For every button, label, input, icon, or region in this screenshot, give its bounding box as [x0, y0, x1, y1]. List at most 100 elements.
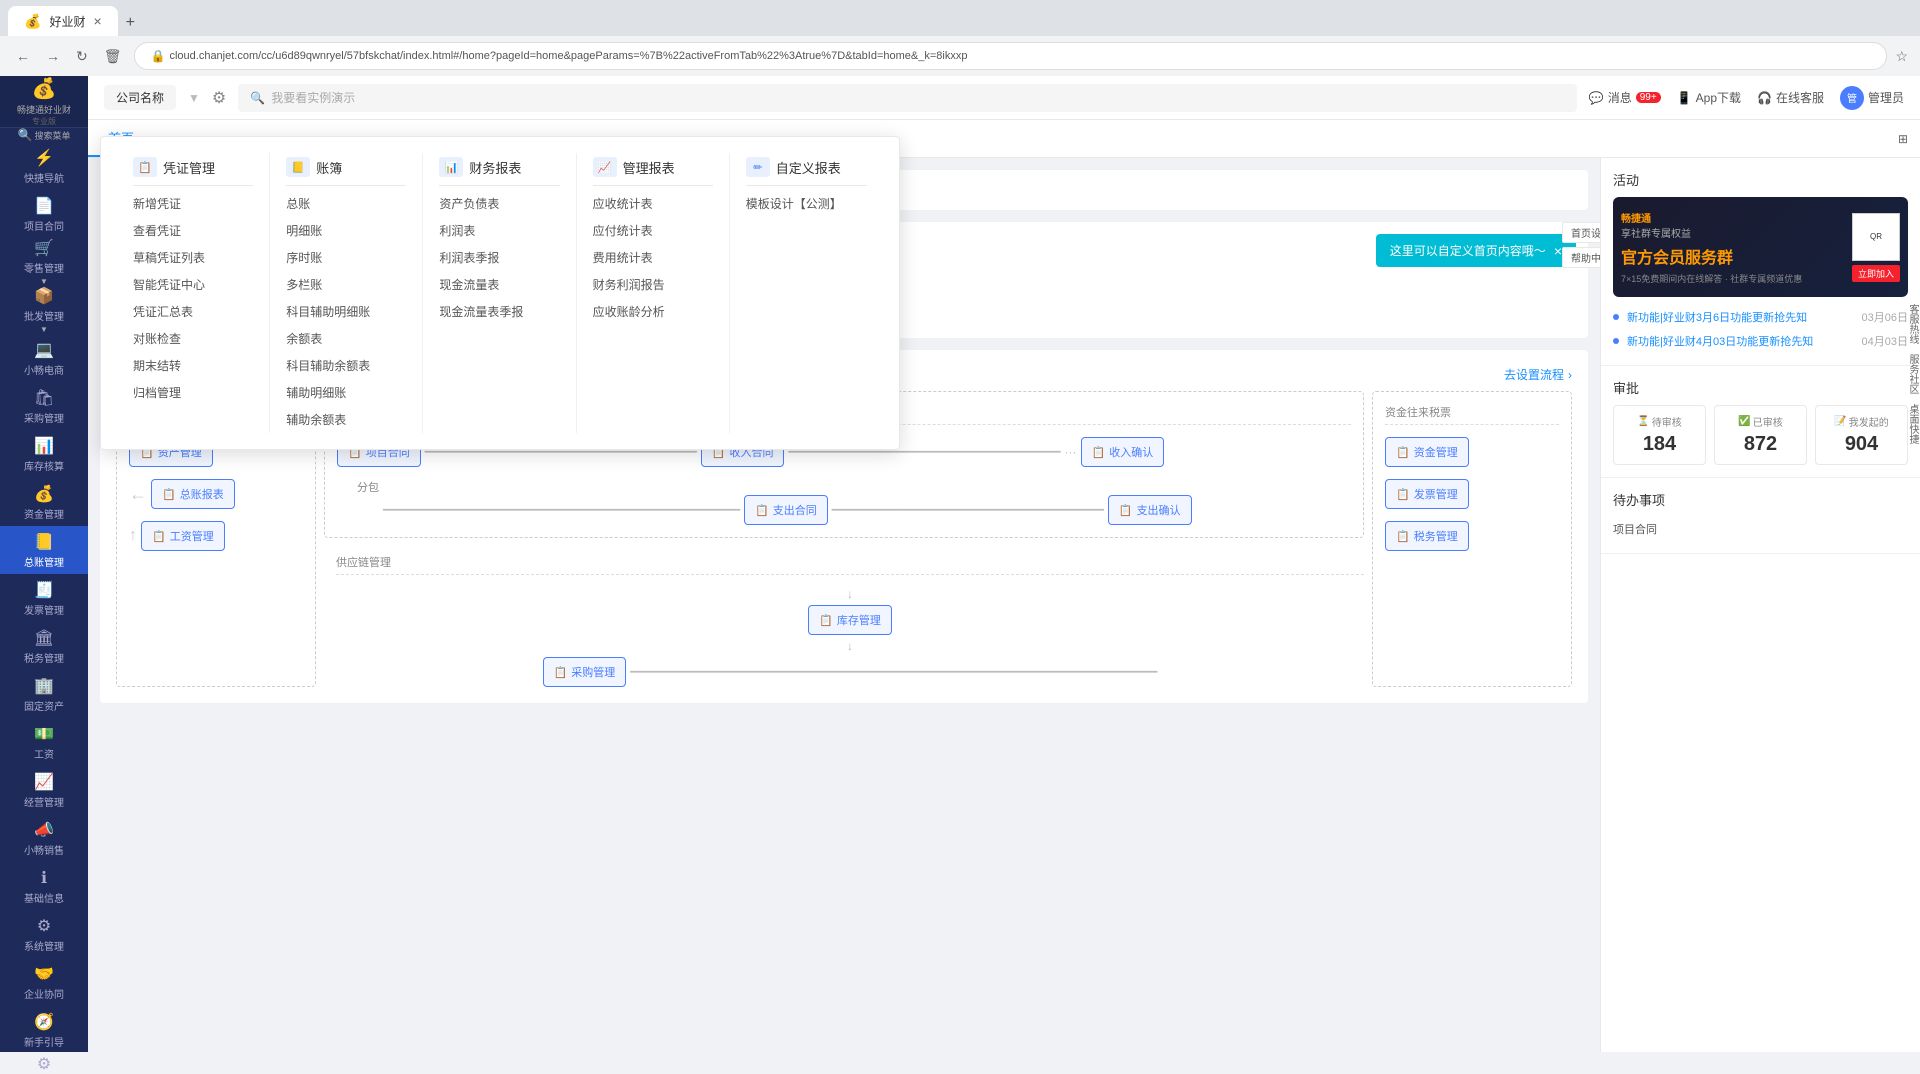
my-initiated-count: 904	[1824, 433, 1899, 456]
salary-box[interactable]: 📋 工资管理	[141, 521, 225, 551]
project-flow: 📋 项目合同 ──────────────── 📋 收入合同	[337, 437, 1351, 525]
sidebar-item-system[interactable]: ⚙ 系统管理	[0, 910, 88, 958]
menu-item-profit-loss[interactable]: 利润表	[439, 217, 559, 244]
menu-item-payable[interactable]: 应付统计表	[593, 217, 713, 244]
join-button[interactable]: 立即加入	[1852, 265, 1900, 282]
menu-item-aux-balance[interactable]: 辅助余额表	[286, 406, 406, 433]
menu-item-general-ledger[interactable]: 总账	[286, 190, 406, 217]
sidebar-item-basic-info[interactable]: ℹ 基础信息	[0, 862, 88, 910]
menu-item-profit-report[interactable]: 财务利润报告	[593, 271, 713, 298]
clear-button[interactable]: 🗑	[100, 44, 126, 69]
sidebar-search[interactable]: 🔍 搜索菜单	[0, 128, 88, 142]
menu-item-profit-quarterly[interactable]: 利润表季报	[439, 244, 559, 271]
sidebar-settings-button[interactable]: ⚙	[0, 1054, 88, 1074]
menu-item-aux-detail[interactable]: 辅助明细账	[286, 379, 406, 406]
menu-item-cashflow[interactable]: 现金流量表	[439, 271, 559, 298]
tab-close-btn[interactable]: ×	[93, 13, 101, 29]
sidebar-item-quick-nav[interactable]: ⚡ 快捷导航	[0, 142, 88, 190]
customer-service-button[interactable]: 客服热线	[1900, 300, 1920, 348]
online-service-button[interactable]: 🎧 在线客服	[1757, 89, 1824, 106]
menu-item-template[interactable]: 模板设计【公测】	[746, 190, 867, 217]
menu-item-balance-sheet[interactable]: 资产负债表	[439, 190, 559, 217]
tooltip-close-button[interactable]: ×	[1554, 243, 1562, 259]
sidebar-item-newbie[interactable]: 🧭 新手引导	[0, 1006, 88, 1054]
settings-gear-icon[interactable]: ⚙	[212, 88, 226, 108]
menu-item-smart-center[interactable]: 智能凭证中心	[133, 271, 253, 298]
menu-item-seq-ledger[interactable]: 序时账	[286, 244, 406, 271]
top-bar-search-area[interactable]: 🔍 我要看实例演示	[238, 84, 1577, 112]
sidebar-item-operations[interactable]: 📈 经营管理	[0, 766, 88, 814]
menu-item-receivable[interactable]: 应收统计表	[593, 190, 713, 217]
sidebar-item-inventory[interactable]: 📊 库存核算	[0, 430, 88, 478]
dropdown-arrow-icon[interactable]: ▼	[188, 91, 200, 105]
revenue-confirm-box[interactable]: 📋 收入确认	[1081, 437, 1165, 467]
user-profile-button[interactable]: 管 管理员	[1840, 86, 1904, 110]
menu-item-period-close[interactable]: 期末结转	[133, 352, 253, 379]
help-center-link[interactable]: 帮助中心	[1562, 247, 1600, 268]
my-initiated-stat[interactable]: 📝 我发起的 904	[1815, 405, 1908, 465]
news-item-1[interactable]: 新功能|好业财3月6日功能更新抢先知 03月06日	[1613, 305, 1908, 329]
inventory-box[interactable]: 📋 库存管理	[808, 605, 892, 635]
tax-mgmt-box[interactable]: 📋 税务管理	[1385, 521, 1469, 551]
sidebar-item-salary[interactable]: 💵 工资	[0, 718, 88, 766]
service-community-button[interactable]: 服务社区	[1900, 350, 1920, 398]
customize-tooltip: 这里可以自定义首页内容哦～ ×	[1376, 234, 1576, 267]
new-tab-button[interactable]: +	[118, 10, 143, 36]
reload-button[interactable]: ↻	[72, 44, 92, 69]
menu-item-add-voucher[interactable]: 新增凭证	[133, 190, 253, 217]
forward-button[interactable]: →	[42, 44, 64, 68]
menu-item-archive[interactable]: 归档管理	[133, 379, 253, 406]
ledger-box[interactable]: 📋 总账报表	[151, 479, 235, 509]
sidebar-item-tax[interactable]: 🏛 税务管理	[0, 622, 88, 670]
menu-item-detail-ledger[interactable]: 明细账	[286, 217, 406, 244]
menu-item-subject-balance[interactable]: 科目辅助余额表	[286, 352, 406, 379]
banner-small-text: 7×15免费期间内在线解答 · 社群专属频道优惠	[1621, 272, 1836, 285]
menu-item-view-voucher[interactable]: 查看凭证	[133, 217, 253, 244]
activity-banner[interactable]: 畅捷通 享社群专属权益 官方会员服务群 7×15免费期间内在线解答 · 社群专属…	[1613, 197, 1908, 297]
homepage-settings-link[interactable]: 首页设置	[1562, 222, 1600, 243]
sidebar-item-ledger[interactable]: 📒 总账管理	[0, 526, 88, 574]
menu-item-ar-aging[interactable]: 应收账龄分析	[593, 298, 713, 325]
menu-item-multi-ledger[interactable]: 多栏账	[286, 271, 406, 298]
capital-mgmt-box[interactable]: 📋 资金管理	[1385, 437, 1469, 467]
menu-item-voucher-summary[interactable]: 凭证汇总表	[133, 298, 253, 325]
system-icon: ⚙	[37, 916, 51, 936]
sidebar-item-capital[interactable]: 💰 资金管理	[0, 478, 88, 526]
expense-confirm-box[interactable]: 📋 支出确认	[1108, 495, 1192, 525]
sidebar-item-purchase[interactable]: 🛍 采购管理	[0, 382, 88, 430]
news-item-2[interactable]: 新功能|好业财4月03日功能更新抢先知 04月03日	[1613, 329, 1908, 353]
sidebar-item-project[interactable]: 📄 项目合同	[0, 190, 88, 238]
custom-report-title: 自定义报表	[776, 158, 841, 177]
menu-item-expense-stats[interactable]: 费用统计表	[593, 244, 713, 271]
desktop-shortcut-button[interactable]: 桌面快捷	[1900, 400, 1920, 448]
back-button[interactable]: ←	[12, 44, 34, 68]
reviewed-stat[interactable]: ✅ 已审核 872	[1714, 405, 1807, 465]
bookmark-button[interactable]: ☆	[1895, 48, 1908, 65]
tab-expand-icon[interactable]: ⊞	[1894, 128, 1912, 150]
inventory-icon: 📋	[819, 614, 833, 627]
menu-item-draft-voucher[interactable]: 草稿凭证列表	[133, 244, 253, 271]
menu-item-balance[interactable]: 余额表	[286, 325, 406, 352]
activity-section: 活动 畅捷通 享社群专属权益 官方会员服务群 7×15免费期间内在线解答 · 社…	[1601, 158, 1920, 366]
menu-item-check[interactable]: 对账检查	[133, 325, 253, 352]
menu-item-cashflow-quarterly[interactable]: 现金流量表季报	[439, 298, 559, 325]
finance-report-icon: 📊	[439, 157, 463, 177]
go-setup-link[interactable]: 去设置流程 ›	[1504, 366, 1572, 383]
invoice-mgmt-box[interactable]: 📋 发票管理	[1385, 479, 1469, 509]
sidebar-item-wholesale[interactable]: 📦 批发管理 ▼	[0, 286, 88, 334]
browser-tab[interactable]: 💰 好业财 ×	[8, 6, 118, 36]
menu-item-subject-detail[interactable]: 科目辅助明细账	[286, 298, 406, 325]
sidebar-item-sales[interactable]: 📣 小畅销售	[0, 814, 88, 862]
pending-review-stat[interactable]: ⏳ 待审核 184	[1613, 405, 1706, 465]
sidebar-item-ecommerce[interactable]: 💻 小畅电商	[0, 334, 88, 382]
address-input[interactable]: 🔒 cloud.chanjet.com/cc/u6d89qwnryel/57bf…	[134, 42, 1888, 70]
app-download-button[interactable]: 📱 App下载	[1677, 89, 1741, 106]
procurement-box[interactable]: 📋 采购管理	[543, 657, 627, 687]
sidebar-item-retail[interactable]: 🛒 零售管理 ▼	[0, 238, 88, 286]
expense-contract-box[interactable]: 📋 支出合同	[744, 495, 828, 525]
sidebar-item-collab[interactable]: 🤝 企业协同	[0, 958, 88, 1006]
sidebar-item-fixed-assets[interactable]: 🏢 固定资产	[0, 670, 88, 718]
todo-item-1[interactable]: 项目合同	[1613, 517, 1908, 541]
message-button[interactable]: 💬 消息 99+	[1589, 89, 1661, 106]
sidebar-item-invoice[interactable]: 🧾 发票管理	[0, 574, 88, 622]
